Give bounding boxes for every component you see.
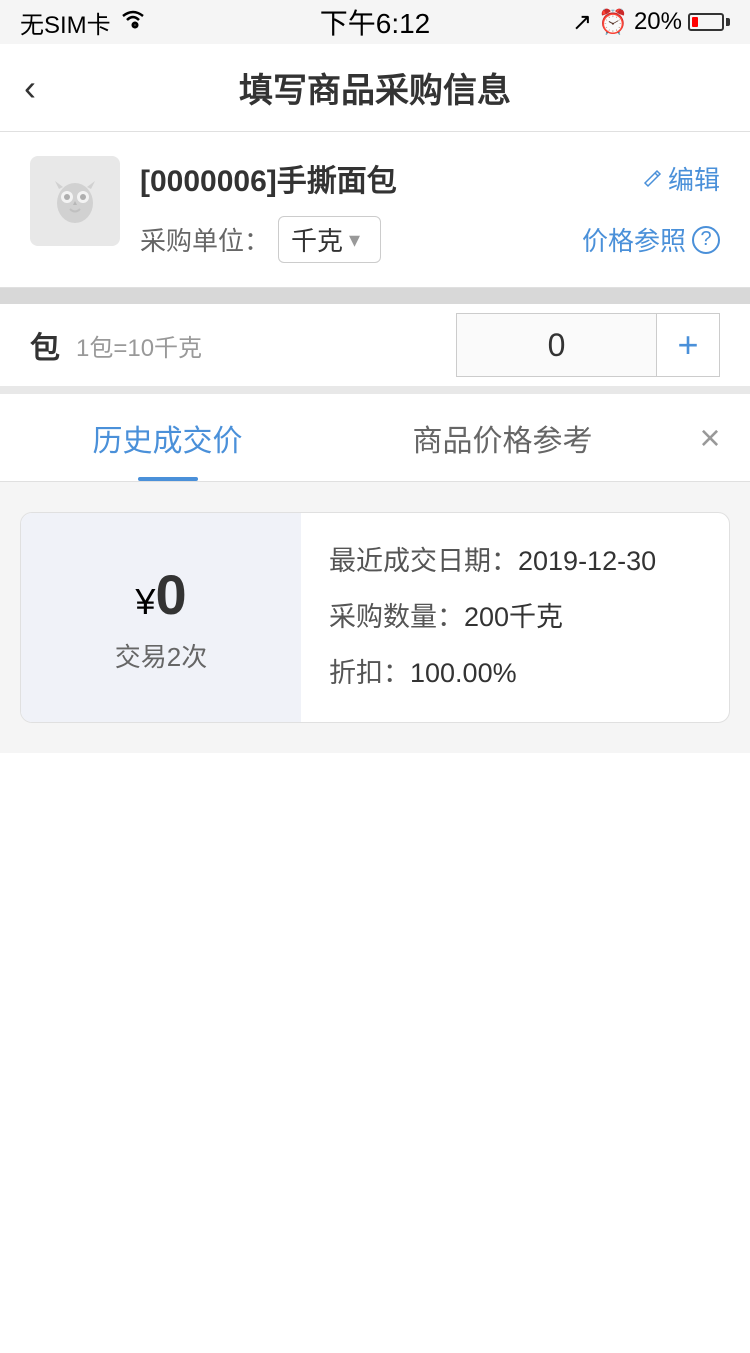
price-ref-button[interactable]: 价格参照 ?: [582, 221, 720, 258]
product-card: [0000006]手撕面包 编辑 采购单位： 千克 ▾ 价格参照 ?: [0, 132, 750, 288]
quantity-input[interactable]: [456, 313, 656, 377]
price-currency: ¥: [135, 581, 155, 622]
carrier-label: 无SIM卡: [20, 5, 111, 40]
status-time: 下午6:12: [320, 2, 431, 42]
recent-date-row: 最近成交日期：2019-12-30: [329, 543, 701, 581]
product-thumbnail: [30, 156, 120, 246]
tab-close-button[interactable]: ×: [670, 394, 750, 481]
price-card-left: ¥0 交易2次: [21, 513, 301, 722]
product-info: [0000006]手撕面包 编辑 采购单位： 千克 ▾ 价格参照 ?: [140, 156, 720, 263]
price-card-area: ¥0 交易2次 最近成交日期：2019-12-30 采购数量：200千克 折扣：…: [0, 482, 750, 753]
edit-button[interactable]: 编辑: [642, 160, 720, 197]
quantity-conversion: 1包=10千克: [76, 328, 456, 363]
status-bar: 无SIM卡 下午6:12 ↗ ⏰ 20%: [0, 0, 750, 44]
price-value: 0: [155, 563, 186, 626]
product-name: [0000006]手撕面包: [140, 156, 397, 200]
back-button[interactable]: ‹: [24, 67, 36, 109]
nav-bar: ‹ 填写商品采购信息: [0, 44, 750, 132]
wifi-icon: [119, 8, 147, 36]
tab-price-reference[interactable]: 商品价格参考: [335, 394, 670, 481]
quantity-unit-label: 包: [30, 323, 60, 367]
status-left: 无SIM卡: [20, 5, 147, 40]
discount-row: 折扣：100.00%: [329, 655, 701, 693]
quantity-plus-button[interactable]: +: [656, 313, 720, 377]
tab-history-price[interactable]: 历史成交价: [0, 394, 335, 481]
battery-icon: [688, 13, 730, 31]
tab-underline: [138, 477, 198, 481]
status-right: ↗ ⏰ 20%: [572, 8, 730, 37]
price-card-right: 最近成交日期：2019-12-30 采购数量：200千克 折扣：100.00%: [301, 513, 729, 722]
quantity-row-detail: 采购数量：200千克: [329, 599, 701, 637]
help-icon: ?: [692, 226, 720, 254]
page-title: 填写商品采购信息: [239, 63, 511, 112]
location-icon: ↗: [572, 8, 592, 37]
tabs-container: 历史成交价 商品价格参考 ×: [0, 394, 750, 482]
price-amount-display: ¥0: [135, 562, 186, 627]
unit-label: 采购单位： 千克 ▾: [140, 216, 381, 263]
dropdown-arrow-icon: ▾: [349, 227, 360, 253]
price-card: ¥0 交易2次 最近成交日期：2019-12-30 采购数量：200千克 折扣：…: [20, 512, 730, 723]
quantity-row: 包 1包=10千克 +: [0, 304, 750, 394]
bottom-area: [0, 753, 750, 1353]
unit-select[interactable]: 千克 ▾: [278, 216, 381, 263]
quantity-control: +: [456, 313, 720, 377]
battery-percent: 20%: [634, 8, 682, 36]
alarm-icon: ⏰: [598, 8, 628, 37]
price-subtitle: 交易2次: [115, 637, 207, 674]
section-divider: [0, 288, 750, 304]
